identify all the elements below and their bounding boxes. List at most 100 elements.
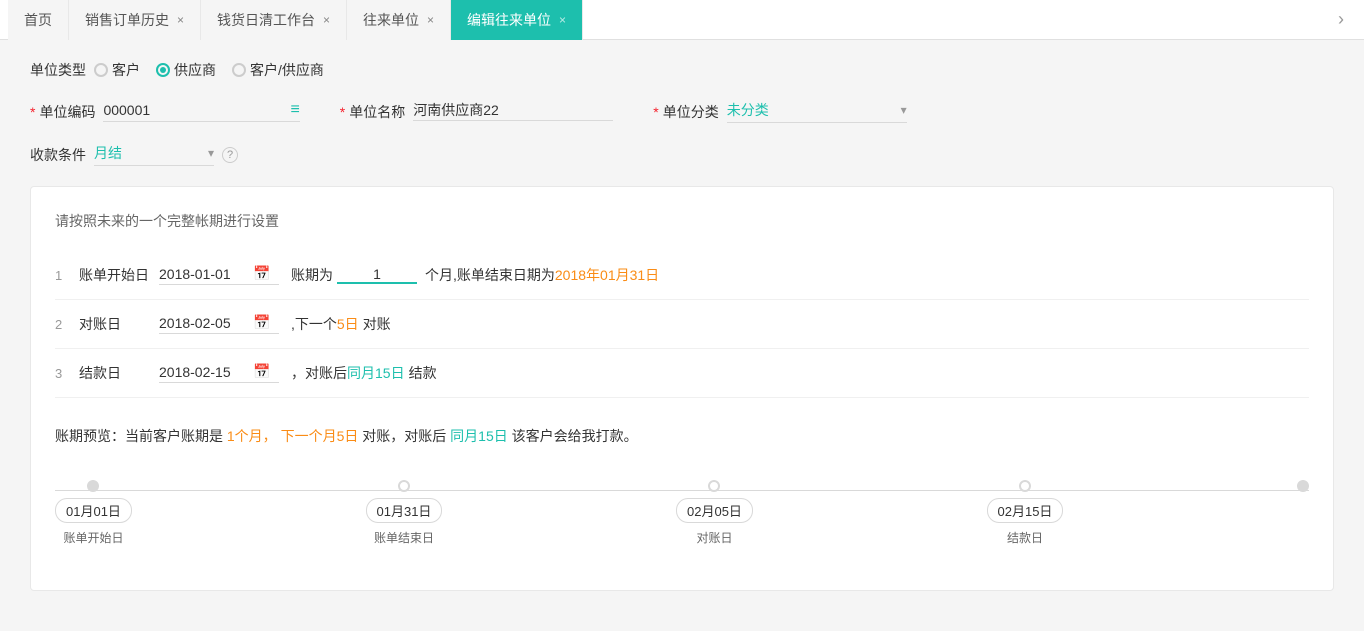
row-3-suffix-end: 结款: [409, 363, 437, 383]
unit-code-required: *: [30, 104, 35, 120]
tab-sales-history-label: 销售订单历史: [85, 10, 169, 30]
timeline-dot-3: [1019, 480, 1031, 492]
radio-both-circle: [232, 63, 246, 77]
row-1-date-input[interactable]: [159, 266, 249, 282]
radio-supplier[interactable]: 供应商: [156, 60, 216, 80]
timeline-label-1: 账单结束日: [374, 529, 434, 546]
tab-partner-close[interactable]: ×: [427, 14, 434, 26]
tab-home-label: 首页: [24, 10, 52, 30]
timeline-item-3: 02月15日 结款日: [987, 480, 1064, 546]
row-2-calendar-icon[interactable]: 📅: [253, 314, 270, 331]
tabs-bar: 首页 销售订单历史 × 钱货日清工作台 × 往来单位 × 编辑往来单位 × ›: [0, 0, 1364, 40]
preview-part2: 下一个月5日: [281, 428, 359, 444]
row-label-1: 账单开始日: [79, 265, 159, 285]
tab-sales-history-close[interactable]: ×: [177, 14, 184, 26]
timeline-dot-0: [87, 480, 99, 492]
unit-name-label: 单位名称: [349, 102, 405, 122]
unit-code-group: * 单位编码 ≡: [30, 101, 300, 122]
unit-code-icon[interactable]: ≡: [290, 101, 299, 119]
row-3-date-input[interactable]: [159, 364, 249, 380]
timeline-item-0: 01月01日 账单开始日: [55, 480, 132, 546]
unit-code-input-wrapper: ≡: [103, 101, 299, 122]
timeline-label-2: 对账日: [696, 529, 732, 546]
unit-type-radio-group: 客户 供应商 客户/供应商: [94, 60, 324, 80]
unit-name-input-wrapper: [413, 102, 613, 121]
radio-both-label: 客户/供应商: [250, 60, 324, 80]
setting-row-2: 2 对账日 📅 ,下一个 5日 对账: [55, 300, 1309, 349]
tab-cash-work-close[interactable]: ×: [323, 14, 330, 26]
timeline-item-1: 01月31日 账单结束日: [366, 480, 443, 546]
row-1-suffix-before: 账期为: [291, 265, 333, 285]
unit-type-row: 单位类型 客户 供应商 客户/供应商: [30, 60, 1334, 80]
timeline-dot-end: [1297, 480, 1309, 492]
row-3-date-wrapper: 📅: [159, 363, 279, 383]
row-num-2: 2: [55, 317, 79, 332]
payment-row: 收款条件 月结 ▾ ?: [30, 143, 1334, 166]
setting-row-1: 1 账单开始日 📅 账期为 个月,账单结束日期为 2018年01月31日: [55, 251, 1309, 300]
radio-customer-label: 客户: [112, 60, 140, 80]
timeline-label-0: 账单开始日: [63, 529, 123, 546]
row-num-1: 1: [55, 268, 79, 283]
unit-code-input[interactable]: [103, 102, 284, 118]
timeline: 01月01日 账单开始日 01月31日 账单结束日 02月05日 对账日 02月…: [55, 470, 1309, 566]
unit-type-label: 单位类型: [30, 60, 86, 80]
panel-hint: 请按照未来的一个完整帐期进行设置: [55, 211, 1309, 231]
main-content: 单位类型 客户 供应商 客户/供应商 * 单位编码 ≡: [0, 40, 1364, 631]
preview-middle: 对账，对账后: [362, 428, 446, 444]
timeline-tag-0: 01月01日: [55, 498, 132, 523]
payment-help-icon[interactable]: ?: [222, 147, 238, 163]
tab-sales-history[interactable]: 销售订单历史 ×: [69, 0, 201, 40]
row-label-2: 对账日: [79, 314, 159, 334]
preview-text: 账期预览：当前客户账期是 1个月， 下一个月5日 对账，对账后 同月15日 该客…: [55, 422, 1309, 450]
tab-partner-label: 往来单位: [363, 10, 419, 30]
radio-supplier-circle: [156, 63, 170, 77]
row-1-calendar-icon[interactable]: 📅: [253, 265, 270, 282]
payment-arrow-icon: ▾: [208, 146, 214, 160]
unit-name-input[interactable]: [413, 102, 613, 118]
row-1-suffix-after: 个月,账单结束日期为: [425, 265, 555, 285]
row-1-date-wrapper: 📅: [159, 265, 279, 285]
settings-panel: 请按照未来的一个完整帐期进行设置 1 账单开始日 📅 账期为 个月,账单结束日期…: [30, 186, 1334, 591]
unit-classify-select[interactable]: 未分类 ▾: [727, 100, 907, 123]
timeline-tag-3: 02月15日: [987, 498, 1064, 523]
unit-classify-label: 单位分类: [663, 102, 719, 122]
row-3-calendar-icon[interactable]: 📅: [253, 363, 270, 380]
row-label-3: 结款日: [79, 363, 159, 383]
timeline-label-3: 结款日: [1007, 529, 1043, 546]
unit-classify-arrow-icon: ▾: [901, 103, 907, 117]
unit-name-required: *: [340, 104, 345, 120]
payment-label: 收款条件: [30, 145, 86, 165]
timeline-tag-1: 01月31日: [366, 498, 443, 523]
unit-classify-group: * 单位分类 未分类 ▾: [653, 100, 906, 123]
row-2-date-input[interactable]: [159, 315, 249, 331]
timeline-dot-2: [708, 480, 720, 492]
tabs-more-button[interactable]: ›: [1326, 9, 1356, 30]
row-3-suffix-text: ，对账后: [291, 363, 347, 383]
fields-row: * 单位编码 ≡ * 单位名称 * 单位分类 未分类 ▾: [30, 100, 1334, 123]
timeline-end-dot: [1297, 480, 1309, 492]
payment-value: 月结: [94, 143, 204, 163]
unit-classify-required: *: [653, 104, 658, 120]
timeline-dot-1: [398, 480, 410, 492]
row-1-highlight: 2018年01月31日: [555, 265, 659, 285]
unit-name-group: * 单位名称: [340, 102, 613, 122]
period-input[interactable]: [337, 266, 417, 284]
timeline-tag-2: 02月05日: [676, 498, 753, 523]
preview-part1: 1个月，: [227, 428, 277, 444]
setting-row-3: 3 结款日 📅 ，对账后 同月15日 结款: [55, 349, 1309, 398]
radio-customer[interactable]: 客户: [94, 60, 140, 80]
tab-edit-partner[interactable]: 编辑往来单位 ×: [451, 0, 583, 40]
tab-edit-partner-close[interactable]: ×: [559, 14, 566, 26]
tab-home[interactable]: 首页: [8, 0, 69, 40]
timeline-item-2: 02月05日 对账日: [676, 480, 753, 546]
payment-select[interactable]: 月结 ▾: [94, 143, 214, 166]
radio-both[interactable]: 客户/供应商: [232, 60, 324, 80]
tab-edit-partner-label: 编辑往来单位: [467, 10, 551, 30]
row-2-suffix-text: ,下一个: [291, 314, 337, 334]
tab-cash-work[interactable]: 钱货日清工作台 ×: [201, 0, 347, 40]
row-num-3: 3: [55, 366, 79, 381]
preview-suffix: 该客户会给我打款。: [512, 428, 638, 444]
radio-customer-circle: [94, 63, 108, 77]
radio-supplier-label: 供应商: [174, 60, 216, 80]
tab-partner[interactable]: 往来单位 ×: [347, 0, 451, 40]
